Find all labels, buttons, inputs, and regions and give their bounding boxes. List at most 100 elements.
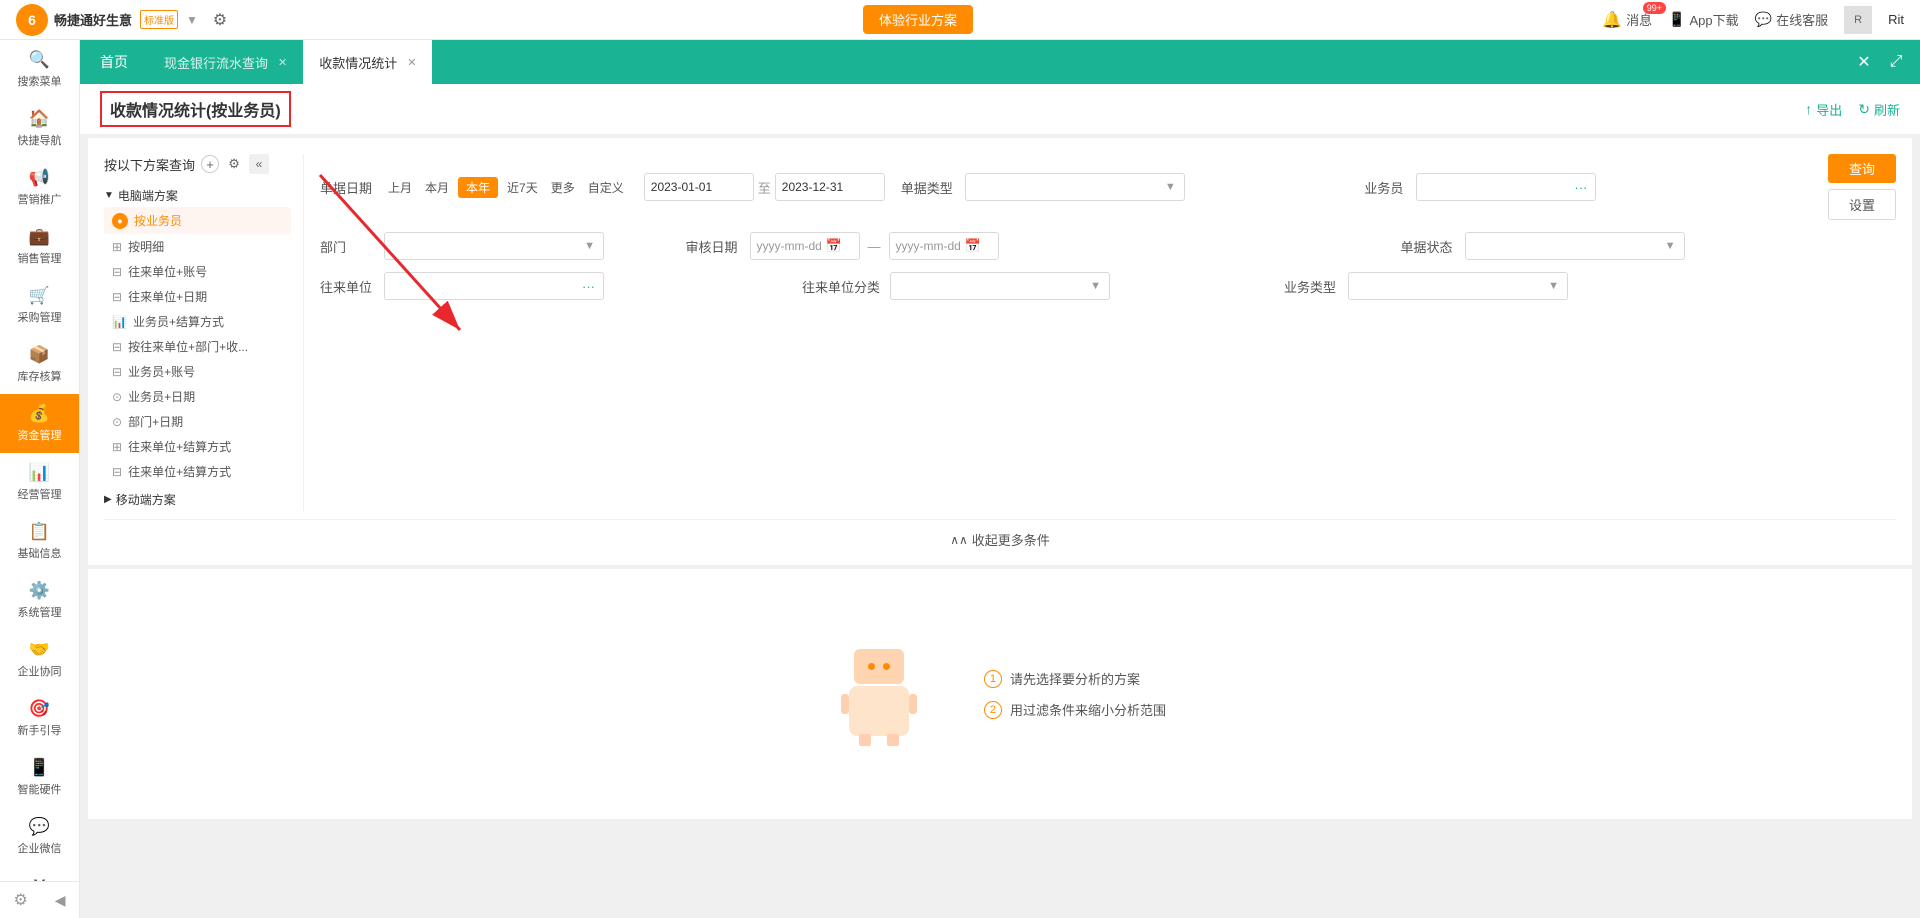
sidebar-item-basic[interactable]: 📋 基础信息 [0, 512, 79, 571]
scheme-collapse-icon[interactable]: « [249, 154, 269, 174]
chevron-down-icon: ▼ [104, 190, 114, 201]
tab-home[interactable]: 首页 [80, 40, 148, 84]
circle-icon-2: ⊙ [112, 415, 122, 429]
department-select[interactable]: ▼ [384, 232, 604, 260]
dropdown-arrow-icon[interactable]: ▼ [186, 13, 198, 27]
business-type-select[interactable]: ▼ [1348, 272, 1568, 300]
online-service-label: 在线客服 [1776, 10, 1828, 29]
doc-type-select[interactable]: ▼ [965, 173, 1185, 201]
sidebar-item-warehouse[interactable]: 📦 库存核算 [0, 335, 79, 394]
date-label: 单据日期 [320, 178, 376, 197]
tab-collection-stats-close-icon[interactable]: ✕ [407, 56, 416, 69]
collapse-more-button[interactable]: ∧∧ 收起更多条件 [104, 519, 1896, 549]
scheme-item-staff-date[interactable]: ⊙ 业务员+日期 [104, 384, 291, 409]
app-download-btn[interactable]: 📱 App下载 [1668, 10, 1739, 29]
sidebar-item-guide[interactable]: 🎯 新手引导 [0, 689, 79, 748]
business-type-label: 业务类型 [1284, 277, 1340, 296]
staff-select[interactable]: ··· [1416, 173, 1596, 201]
sidebar-collapse-icon[interactable]: ◀ [55, 892, 66, 909]
scheme-item-unit-settlement-2[interactable]: ⊟ 往来单位+结算方式 [104, 459, 291, 484]
date-quick-last-month[interactable]: 上月 [384, 177, 416, 198]
collapse-up-icon: ∧∧ [950, 533, 968, 547]
date-end-input[interactable]: 2023-12-31 [775, 173, 885, 201]
audit-date-end-input[interactable]: yyyy-mm-dd 📅 [889, 232, 999, 260]
sidebar-item-enterprise[interactable]: 🤝 企业协同 [0, 630, 79, 689]
date-quick-custom[interactable]: 自定义 [584, 177, 628, 198]
sidebar-item-operations[interactable]: 📊 经营管理 [0, 453, 79, 512]
scheme-item-unit-settlement-1[interactable]: ⊞ 往来单位+结算方式 [104, 434, 291, 459]
sidebar-item-search[interactable]: 🔍 搜索菜单 [0, 40, 79, 99]
page-title: 收款情况统计(按业务员) [110, 103, 281, 120]
export-button[interactable]: ↑ 导出 [1805, 100, 1842, 119]
scheme-item-dept-date[interactable]: ⊙ 部门+日期 [104, 409, 291, 434]
sidebar-item-wechat[interactable]: 💬 企业微信 [0, 807, 79, 866]
date-start-input[interactable]: 2023-01-01 [644, 173, 754, 201]
date-quick-more[interactable]: 更多 [547, 177, 579, 198]
notifications-btn[interactable]: 🔔 消息 99+ [1602, 10, 1652, 30]
scheme-item-unit-date[interactable]: ⊟ 往来单位+日期 [104, 284, 291, 309]
counterparty-more-icon[interactable]: ··· [582, 279, 595, 294]
tab-collection-stats[interactable]: 收款情况统计 ✕ [303, 40, 432, 84]
hint-2-text: 用过滤条件来缩小分析范围 [1010, 700, 1166, 719]
scheme-item-staff-account[interactable]: ⊟ 业务员+账号 [104, 359, 291, 384]
robot-illustration [834, 649, 924, 739]
doc-status-select[interactable]: ▼ [1465, 232, 1685, 260]
sidebar-item-quicknav[interactable]: 🏠 快捷导航 [0, 99, 79, 158]
chevron-right-icon: ▶ [104, 494, 112, 505]
user-avatar[interactable]: R [1844, 6, 1872, 34]
trial-button[interactable]: 体验行业方案 [863, 5, 973, 34]
counterparty-input[interactable]: ··· [384, 272, 604, 300]
online-service-btn[interactable]: 💬 在线客服 [1755, 10, 1828, 29]
doc-type-dropdown-icon: ▼ [1165, 181, 1176, 193]
date-quick-this-month[interactable]: 本月 [421, 177, 453, 198]
tab-bank-query-close-icon[interactable]: ✕ [278, 56, 287, 69]
brand-name: 畅捷通好生意 [54, 10, 132, 29]
scheme-item-by-staff[interactable]: ● 按业务员 [104, 207, 291, 234]
scheme-item-staff-payment[interactable]: 📊 业务员+结算方式 [104, 309, 291, 334]
doc-status-dropdown-icon: ▼ [1665, 240, 1676, 252]
date-quick-7days[interactable]: 近7天 [503, 177, 542, 198]
logo-area: 6 畅捷通好生意 [16, 4, 132, 36]
circle-icon-1: ⊙ [112, 390, 122, 404]
calendar-icon-2: 📅 [965, 238, 981, 254]
query-button[interactable]: 查询 [1828, 154, 1896, 183]
tab-bank-query[interactable]: 现金银行流水查询 ✕ [148, 40, 303, 84]
doc-type-label: 单据类型 [901, 178, 957, 197]
sidebar-item-member[interactable]: V 畅会员 [0, 866, 79, 881]
sidebar-item-system[interactable]: ⚙️ 系统管理 [0, 571, 79, 630]
sidebar-item-hardware[interactable]: 📱 智能硬件 [0, 748, 79, 807]
settings-button[interactable]: 设置 [1828, 189, 1896, 220]
grid-icon-2: ⊞ [112, 440, 122, 454]
add-scheme-button[interactable]: + [201, 155, 219, 173]
sidebar-item-sales[interactable]: 💼 销售管理 [0, 217, 79, 276]
scheme-panel-title: 按以下方案查询 [104, 155, 195, 174]
grid-icon: ⊞ [112, 240, 122, 254]
desktop-scheme-group-header[interactable]: ▼ 电脑端方案 [104, 184, 291, 207]
hint-num-1: 1 [984, 670, 1002, 688]
sidebar-item-purchase[interactable]: 🛒 采购管理 [0, 276, 79, 335]
scheme-item-unit-dept[interactable]: ⊟ 按往来单位+部门+收... [104, 334, 291, 359]
scheme-item-detail[interactable]: ⊞ 按明细 [104, 234, 291, 259]
date-quick-this-year[interactable]: 本年 [458, 177, 498, 198]
hint-num-2: 2 [984, 701, 1002, 719]
audit-date-start-input[interactable]: yyyy-mm-dd 📅 [750, 232, 860, 260]
counterparty-category-select[interactable]: ▼ [890, 272, 1110, 300]
sidebar-item-finance[interactable]: 💰 资金管理 [0, 394, 79, 453]
counterparty-category-label: 往来单位分类 [802, 277, 882, 296]
scheme-item-unit-account[interactable]: ⊟ 往来单位+账号 [104, 259, 291, 284]
mobile-scheme-group-header[interactable]: ▶ 移动端方案 [104, 488, 291, 511]
tab-bar-close-icon[interactable]: ✕ [1848, 46, 1880, 78]
export-icon: ↑ [1805, 101, 1812, 117]
staff-more-icon[interactable]: ··· [1574, 180, 1587, 195]
scheme-settings-icon[interactable]: ⚙ [225, 155, 243, 173]
department-label: 部门 [320, 237, 376, 256]
sidebar-item-marketing[interactable]: 📢 营销推广 [0, 158, 79, 217]
gear-settings-icon[interactable]: ⚙ [206, 6, 234, 34]
refresh-button[interactable]: ↻ 刷新 [1858, 100, 1900, 119]
sidebar-settings-icon[interactable]: ⚙ [13, 890, 27, 910]
empty-state: 1 请先选择要分析的方案 2 用过滤条件来缩小分析范围 [88, 569, 1912, 819]
calendar-icon-1: 📅 [826, 238, 842, 254]
notification-badge: 99+ [1643, 2, 1666, 14]
refresh-icon: ↻ [1858, 101, 1870, 118]
tab-bar-maximize-icon[interactable]: ⤢ [1880, 46, 1912, 78]
